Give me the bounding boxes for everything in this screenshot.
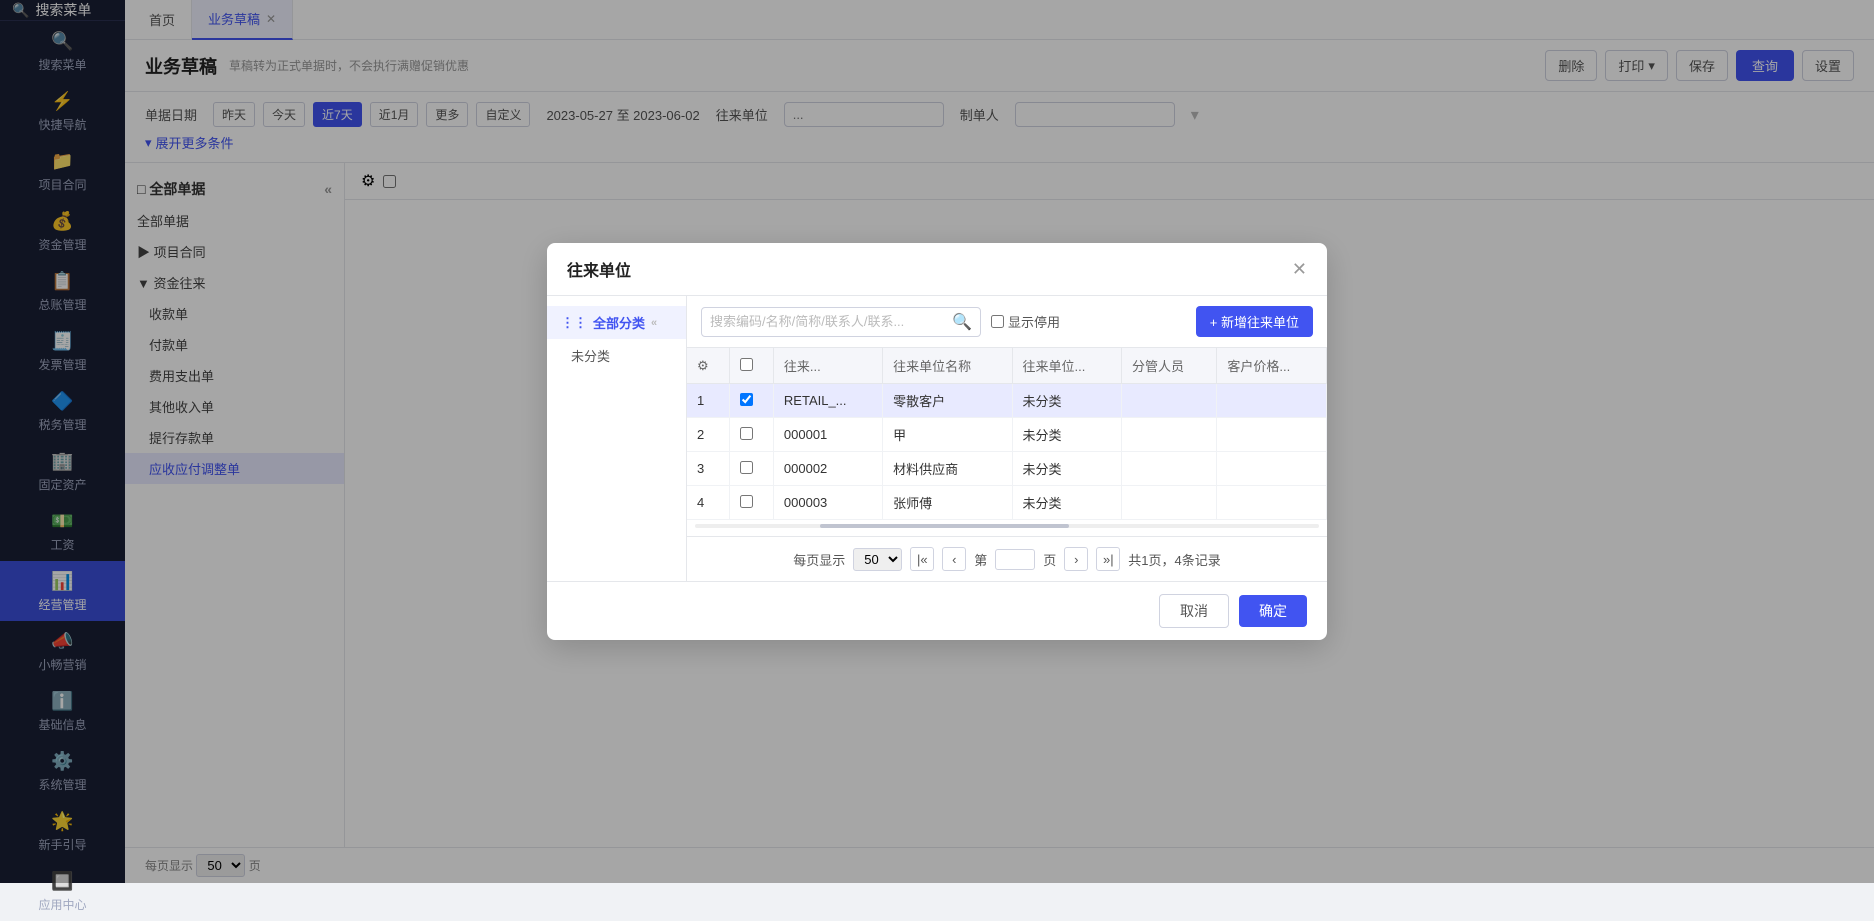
dialog-close-button[interactable]: ✕ bbox=[1292, 259, 1307, 280]
dialog-title: 往来单位 bbox=[567, 257, 631, 281]
row-manager bbox=[1122, 418, 1217, 452]
row-num: 3 bbox=[687, 452, 729, 486]
th-category: 往来单位... bbox=[1012, 348, 1122, 384]
page-word: 第 bbox=[974, 550, 987, 569]
row-checkbox[interactable] bbox=[729, 452, 773, 486]
dialog-header: 往来单位 ✕ bbox=[547, 243, 1327, 296]
row-num: 4 bbox=[687, 486, 729, 520]
row-manager bbox=[1122, 384, 1217, 418]
row-checkbox[interactable] bbox=[729, 384, 773, 418]
dialog-sidebar-unclassified-label: 未分类 bbox=[571, 346, 610, 365]
dialog-footer: 取消 确定 bbox=[547, 581, 1327, 640]
dialog-body: ⋮⋮ 全部分类 « 未分类 🔍 显示 bbox=[547, 296, 1327, 581]
grid-icon: ⋮⋮ bbox=[561, 315, 587, 331]
show-disabled-text: 显示停用 bbox=[1008, 312, 1060, 331]
total-info: 共1页，4条记录 bbox=[1128, 550, 1220, 569]
row-category: 未分类 bbox=[1012, 452, 1122, 486]
dialog-main: 🔍 显示停用 + 新增往来单位 ⚙ bbox=[687, 296, 1327, 581]
row-price bbox=[1217, 384, 1327, 418]
show-disabled-label: 显示停用 bbox=[991, 312, 1060, 331]
partner-dialog: 往来单位 ✕ ⋮⋮ 全部分类 « 未分类 bbox=[547, 243, 1327, 640]
dialog-table: ⚙ 往来... 往来单位名称 往来单位... 分管人员 客户价格... 1 bbox=[687, 348, 1327, 520]
row-price bbox=[1217, 418, 1327, 452]
th-price: 客户价格... bbox=[1217, 348, 1327, 384]
cancel-button[interactable]: 取消 bbox=[1159, 594, 1229, 628]
row-manager bbox=[1122, 486, 1217, 520]
modal-overlay: 往来单位 ✕ ⋮⋮ 全部分类 « 未分类 bbox=[0, 0, 1874, 883]
th-settings: ⚙ bbox=[687, 348, 729, 384]
row-checkbox[interactable] bbox=[729, 418, 773, 452]
show-disabled-checkbox[interactable] bbox=[991, 315, 1004, 328]
dialog-search: 🔍 bbox=[701, 307, 981, 337]
row-manager bbox=[1122, 452, 1217, 486]
dialog-pagination: 每页显示 50 |« ‹ 第 1 页 › »| 共1页，4条记录 bbox=[687, 536, 1327, 581]
row-num: 1 bbox=[687, 384, 729, 418]
row-code: RETAIL_... bbox=[773, 384, 882, 418]
dialog-sidebar: ⋮⋮ 全部分类 « 未分类 bbox=[547, 296, 687, 581]
dialog-search-input[interactable] bbox=[710, 314, 946, 329]
dialog-select-all[interactable] bbox=[740, 358, 753, 371]
row-code: 000003 bbox=[773, 486, 882, 520]
dialog-sidebar-all[interactable]: ⋮⋮ 全部分类 « bbox=[547, 306, 686, 339]
confirm-button[interactable]: 确定 bbox=[1239, 595, 1307, 627]
row-category: 未分类 bbox=[1012, 384, 1122, 418]
per-page-select[interactable]: 50 bbox=[853, 548, 902, 571]
th-checkbox bbox=[729, 348, 773, 384]
search-icon: 🔍 bbox=[952, 312, 972, 332]
row-name: 零散客户 bbox=[883, 384, 1012, 418]
dialog-table-container: ⚙ 往来... 往来单位名称 往来单位... 分管人员 客户价格... 1 bbox=[687, 348, 1327, 536]
row-select-checkbox[interactable] bbox=[740, 495, 753, 508]
row-select-checkbox[interactable] bbox=[740, 393, 753, 406]
dialog-table-header-row: ⚙ 往来... 往来单位名称 往来单位... 分管人员 客户价格... bbox=[687, 348, 1327, 384]
dialog-sidebar-unclassified[interactable]: 未分类 bbox=[547, 339, 686, 372]
row-select-checkbox[interactable] bbox=[740, 461, 753, 474]
th-name: 往来单位名称 bbox=[883, 348, 1012, 384]
th-manager: 分管人员 bbox=[1122, 348, 1217, 384]
add-partner-button[interactable]: + 新增往来单位 bbox=[1196, 306, 1313, 337]
page-suffix: 页 bbox=[1043, 550, 1056, 569]
dialog-table-row[interactable]: 1 RETAIL_... 零散客户 未分类 bbox=[687, 384, 1327, 418]
next-page-button[interactable]: › bbox=[1064, 547, 1088, 571]
page-input[interactable]: 1 bbox=[995, 549, 1035, 570]
row-price bbox=[1217, 452, 1327, 486]
dialog-table-row[interactable]: 3 000002 材料供应商 未分类 bbox=[687, 452, 1327, 486]
settings-col-icon: ⚙ bbox=[697, 358, 709, 373]
dialog-table-row[interactable]: 2 000001 甲 未分类 bbox=[687, 418, 1327, 452]
row-category: 未分类 bbox=[1012, 486, 1122, 520]
row-select-checkbox[interactable] bbox=[740, 427, 753, 440]
row-checkbox[interactable] bbox=[729, 486, 773, 520]
prev-page-button[interactable]: ‹ bbox=[942, 547, 966, 571]
row-name: 张师傅 bbox=[883, 486, 1012, 520]
per-page-label: 每页显示 bbox=[793, 550, 845, 569]
dialog-toolbar: 🔍 显示停用 + 新增往来单位 bbox=[687, 296, 1327, 348]
row-category: 未分类 bbox=[1012, 418, 1122, 452]
row-num: 2 bbox=[687, 418, 729, 452]
th-code: 往来... bbox=[773, 348, 882, 384]
sidebar-collapse-icon: « bbox=[651, 317, 657, 329]
dialog-sidebar-all-label: 全部分类 bbox=[593, 313, 645, 332]
row-name: 材料供应商 bbox=[883, 452, 1012, 486]
row-name: 甲 bbox=[883, 418, 1012, 452]
row-code: 000001 bbox=[773, 418, 882, 452]
row-price bbox=[1217, 486, 1327, 520]
row-code: 000002 bbox=[773, 452, 882, 486]
sidebar-label-appcenter: 应用中心 bbox=[38, 896, 86, 913]
last-page-button[interactable]: »| bbox=[1096, 547, 1120, 571]
first-page-button[interactable]: |« bbox=[910, 547, 934, 571]
dialog-table-row[interactable]: 4 000003 张师傅 未分类 bbox=[687, 486, 1327, 520]
